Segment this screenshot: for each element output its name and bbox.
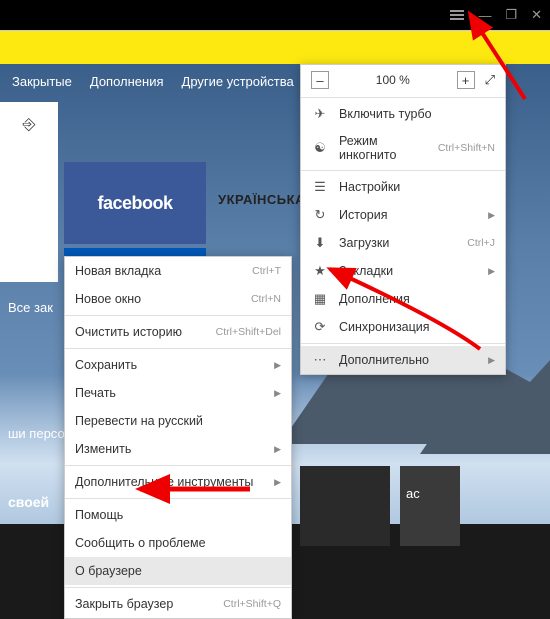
tile-text: ас — [406, 486, 420, 501]
fullscreen-icon[interactable]: ⤢ — [485, 72, 495, 88]
history-icon: ↻ — [311, 207, 329, 223]
submenu-arrow-icon: ▶ — [488, 355, 495, 366]
login-icon[interactable]: ⎆ — [0, 102, 58, 148]
submenu-arrow-icon: ▶ — [488, 266, 495, 277]
menu-label: Сообщить о проблеме — [75, 536, 281, 550]
menu-addons[interactable]: ▦ Дополнения — [301, 285, 505, 313]
page-content: Закрытые Дополнения Другие устройства ⎆ … — [0, 64, 550, 524]
submenu-arrow-icon: ▶ — [274, 360, 281, 371]
menu-bookmarks[interactable]: ★ Закладки ▶ — [301, 257, 505, 285]
zoom-row: – 100 % + ⤢ — [301, 65, 505, 95]
menu-sync[interactable]: ⟳ Синхронизация — [301, 313, 505, 341]
menu-incognito[interactable]: ☯ Режим инкогнитоCtrl+Shift+N — [301, 128, 505, 168]
tab-closed[interactable]: Закрытые — [12, 74, 72, 89]
menu-settings[interactable]: ☰ Настройки — [301, 173, 505, 201]
menu-label: Режим инкогнито — [339, 134, 438, 162]
separator — [65, 465, 291, 466]
zoom-in-button[interactable]: + — [457, 71, 475, 89]
menu-label: Настройки — [339, 180, 495, 194]
menu-about[interactable]: О браузере — [65, 557, 291, 585]
shortcut-text: Ctrl+T — [252, 265, 281, 277]
separator — [301, 170, 505, 171]
menu-help[interactable]: Помощь — [65, 501, 291, 529]
maximize-button[interactable]: ❐ — [505, 7, 517, 23]
menu-label: Новая вкладка — [75, 264, 252, 278]
shortcut-text: Ctrl+Shift+Del — [216, 326, 281, 338]
menu-turbo[interactable]: ✈ Включить турбо — [301, 100, 505, 128]
menu-label: История — [339, 208, 484, 222]
menu-clear-history[interactable]: Очистить историюCtrl+Shift+Del — [65, 318, 291, 346]
menu-label: Помощь — [75, 508, 281, 522]
menu-label: Изменить — [75, 442, 270, 456]
minimize-button[interactable]: — — [478, 8, 491, 23]
main-menu-right: – 100 % + ⤢ ✈ Включить турбо ☯ Режим инког… — [300, 64, 506, 375]
menu-new-tab[interactable]: Новая вкладкаCtrl+T — [65, 257, 291, 285]
submenu-arrow-icon: ▶ — [274, 388, 281, 399]
menu-label: Закладки — [339, 264, 484, 278]
menu-quit[interactable]: Закрыть браузерCtrl+Shift+Q — [65, 590, 291, 618]
tab-devices[interactable]: Другие устройства — [182, 74, 294, 89]
submenu-arrow-icon: ▶ — [274, 477, 281, 488]
shortcut-text: Ctrl+Shift+N — [438, 142, 495, 154]
sync-icon: ⟳ — [311, 319, 329, 335]
shortcut-text: Ctrl+J — [467, 237, 495, 249]
close-button[interactable]: ✕ — [531, 7, 542, 23]
svoy-text: своей — [8, 494, 49, 510]
incognito-icon: ☯ — [311, 140, 329, 156]
menu-downloads[interactable]: ⬇ ЗагрузкиCtrl+J — [301, 229, 505, 257]
more-icon: ⋯ — [311, 352, 329, 368]
menu-edit[interactable]: Изменить ▶ — [65, 435, 291, 463]
hamburger-icon[interactable] — [450, 10, 464, 20]
menu-label: Включить турбо — [339, 107, 495, 121]
facebook-tile[interactable]: facebook — [64, 162, 206, 244]
zoom-out-button[interactable]: – — [311, 71, 329, 89]
separator — [65, 348, 291, 349]
separator — [301, 343, 505, 344]
menu-label: Дополнения — [339, 292, 495, 306]
menu-label: Печать — [75, 386, 270, 400]
menu-history[interactable]: ↻ История ▶ — [301, 201, 505, 229]
sidebar: ⎆ — [0, 102, 58, 282]
download-icon: ⬇ — [311, 235, 329, 251]
menu-label: Новое окно — [75, 292, 251, 306]
separator — [65, 498, 291, 499]
window-titlebar: — ❐ ✕ — [0, 0, 550, 30]
menu-label: Сохранить — [75, 358, 270, 372]
menu-tools[interactable]: Дополнительные инструменты ▶ — [65, 468, 291, 496]
tab-addons[interactable]: Дополнения — [90, 74, 164, 89]
menu-label: Загрузки — [339, 236, 467, 250]
rocket-icon: ✈ — [311, 106, 329, 122]
menu-more[interactable]: ⋯ Дополнительно ▶ — [301, 346, 505, 374]
addons-icon: ▦ — [311, 291, 329, 307]
menu-label: Закрыть браузер — [75, 597, 223, 611]
submenu-arrow-icon: ▶ — [274, 444, 281, 455]
star-icon: ★ — [311, 263, 329, 279]
menu-label: Синхронизация — [339, 320, 495, 334]
settings-icon: ☰ — [311, 179, 329, 195]
menu-translate[interactable]: Перевести на русский — [65, 407, 291, 435]
all-bookmarks-text[interactable]: Все зак — [8, 300, 53, 315]
separator — [65, 587, 291, 588]
menu-label: Дополнительно — [339, 353, 484, 367]
menu-save[interactable]: Сохранить ▶ — [65, 351, 291, 379]
shortcut-text: Ctrl+Shift+Q — [223, 598, 281, 610]
menu-label: Очистить историю — [75, 325, 216, 339]
menu-label: О браузере — [75, 564, 281, 578]
menu-new-window[interactable]: Новое окноCtrl+N — [65, 285, 291, 313]
dark-tile-2[interactable]: ас — [400, 466, 460, 546]
zoom-value: 100 % — [339, 73, 447, 87]
nav-tabs: Закрытые Дополнения Другие устройства — [0, 64, 306, 99]
menu-label: Перевести на русский — [75, 414, 281, 428]
menu-print[interactable]: Печать ▶ — [65, 379, 291, 407]
menu-label: Дополнительные инструменты — [75, 475, 270, 489]
separator — [65, 315, 291, 316]
dark-tile[interactable] — [300, 466, 390, 546]
menu-report[interactable]: Сообщить о проблеме — [65, 529, 291, 557]
address-bar-area — [0, 30, 550, 64]
shortcut-text: Ctrl+N — [251, 293, 281, 305]
context-menu-left: Новая вкладкаCtrl+T Новое окноCtrl+N Очи… — [64, 256, 292, 619]
separator — [301, 97, 505, 98]
submenu-arrow-icon: ▶ — [488, 210, 495, 221]
ukr-label: УКРАЇНСЬКА — [218, 192, 305, 207]
